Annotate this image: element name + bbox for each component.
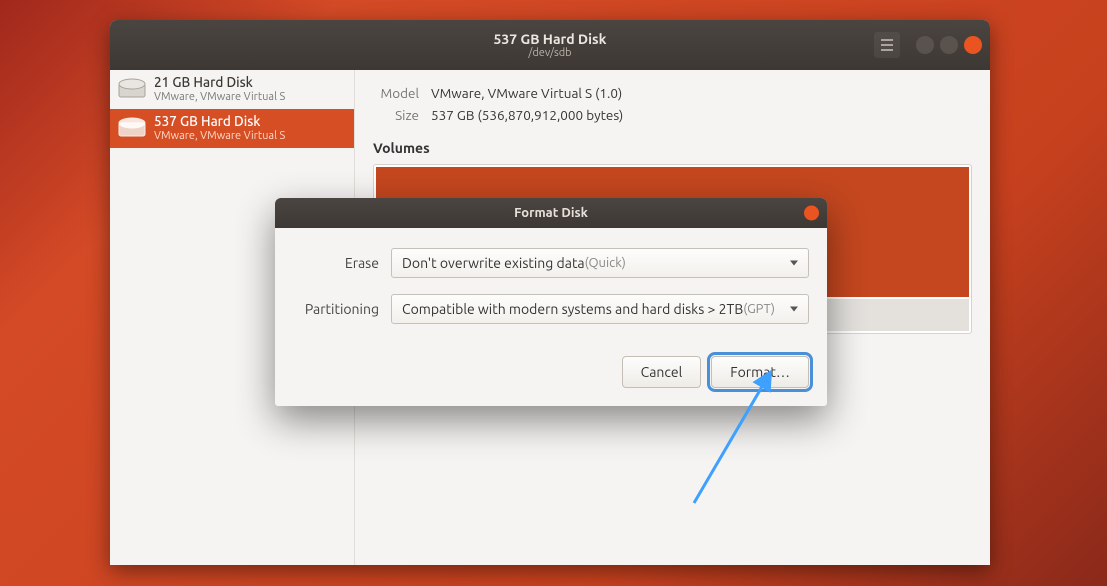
partitioning-combobox[interactable]: Compatible with modern systems and hard … <box>391 294 809 324</box>
cancel-button[interactable]: Cancel <box>622 356 702 388</box>
partitioning-label: Partitioning <box>293 301 379 317</box>
erase-label: Erase <box>293 255 379 271</box>
partitioning-value: Compatible with modern systems and hard … <box>402 301 743 317</box>
erase-hint: (Quick) <box>585 256 626 270</box>
format-button[interactable]: Format… <box>711 356 809 388</box>
chevron-down-icon <box>790 261 798 266</box>
dialog-close-icon[interactable] <box>804 206 819 221</box>
modal-overlay: Format Disk Erase Don't overwrite existi… <box>0 0 1107 586</box>
format-disk-dialog: Format Disk Erase Don't overwrite existi… <box>275 198 827 406</box>
partitioning-hint: (GPT) <box>743 302 775 316</box>
erase-combobox[interactable]: Don't overwrite existing data (Quick) <box>391 248 809 278</box>
erase-value: Don't overwrite existing data <box>402 255 585 271</box>
chevron-down-icon <box>790 307 798 312</box>
dialog-titlebar: Format Disk <box>275 198 827 228</box>
dialog-title: Format Disk <box>514 206 588 220</box>
